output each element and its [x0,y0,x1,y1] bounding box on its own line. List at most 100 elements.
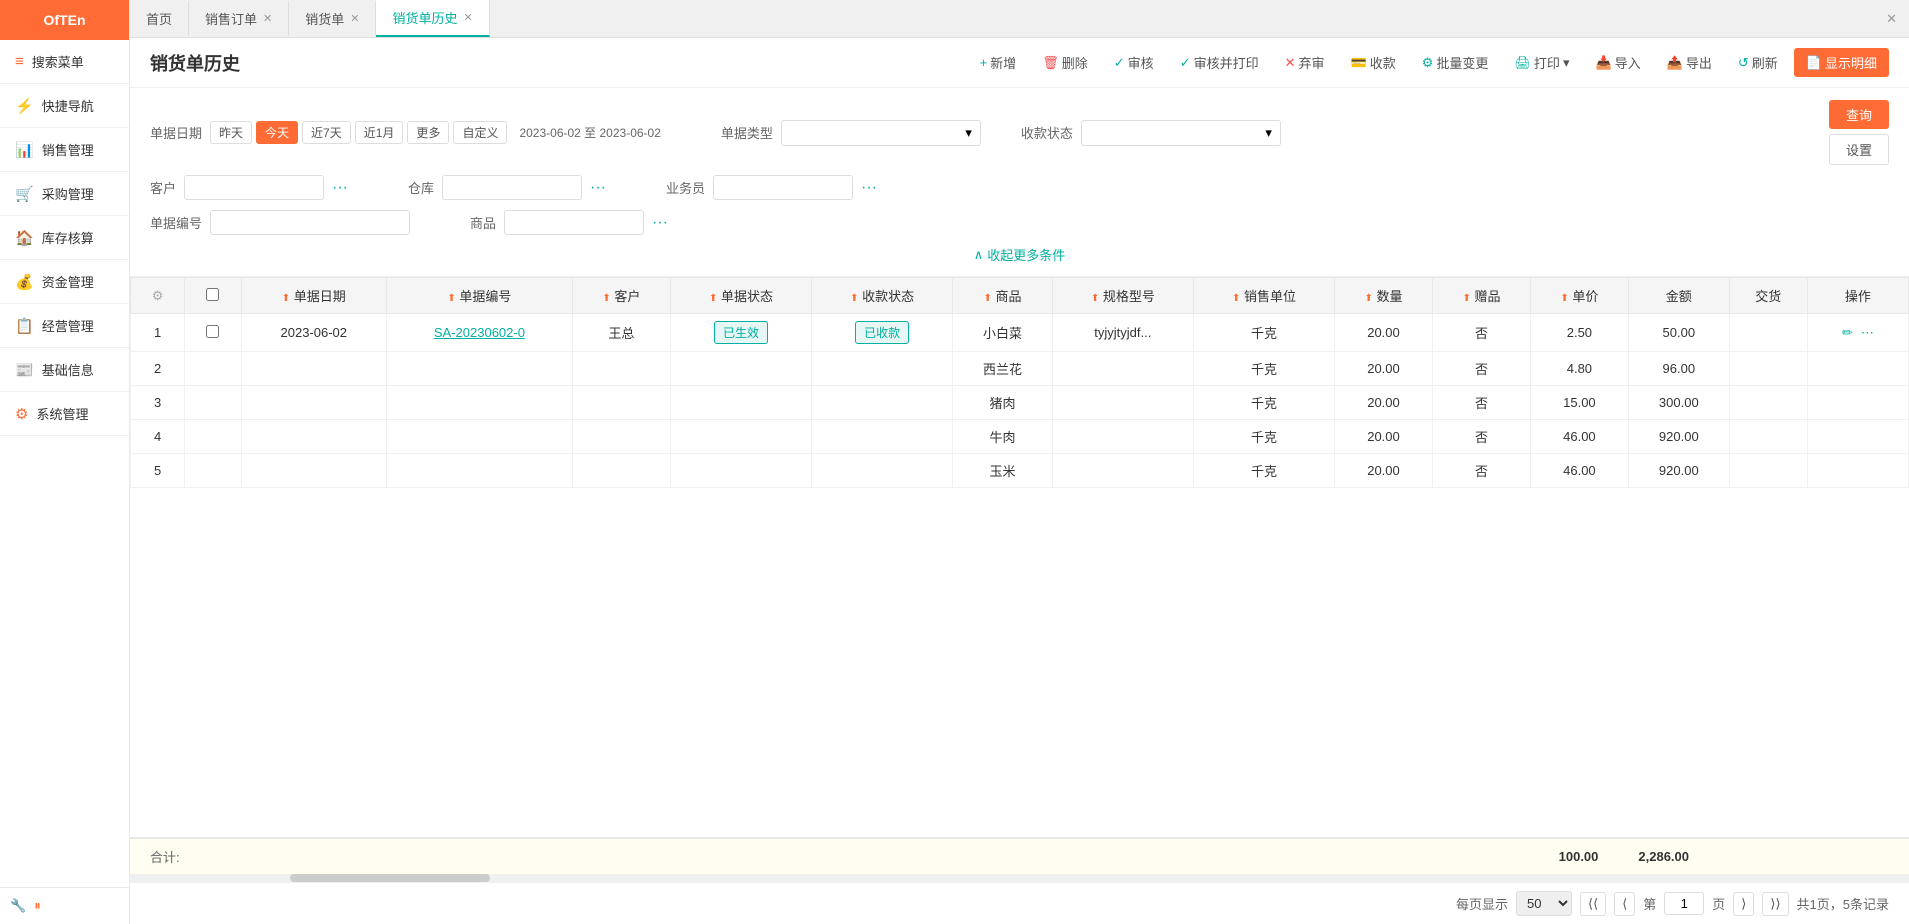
sidebar-bottom[interactable]: 🔧 ⏸ [0,887,129,924]
doc-no-input[interactable] [210,210,410,235]
tab-home[interactable]: 首页 [130,1,189,36]
export-button[interactable]: 📤 导出 [1657,48,1722,77]
sort-icon-goods: ⬆ [983,293,991,304]
abandon-icon: ✕ [1285,55,1296,71]
filter-salesman: 业务员 ··· [666,175,877,200]
col-checkbox [185,278,241,314]
filter-date: 单据日期 昨天 今天 近7天 近1月 更多 自定义 2023-06-02 至 2… [150,121,661,144]
cell-cb-2 [185,386,241,420]
abandon-button[interactable]: ✕ 弃审 [1275,48,1335,77]
date-btn-yesterday[interactable]: 昨天 [210,121,252,144]
sort-icon-unit: ⬆ [1232,293,1240,304]
sidebar-label-ops: 经营管理 [42,316,94,335]
query-button[interactable]: 查询 [1829,100,1889,129]
tab-sales-order[interactable]: 销售订单 ✕ [189,1,289,36]
warehouse-dots[interactable]: ··· [590,179,606,197]
page-size-select[interactable]: 50 10 20 100 [1516,891,1572,916]
customer-input[interactable] [184,175,324,200]
sidebar: OfTEn ≡ 搜索菜单 ⚡ 快捷导航 📊 销售管理 🛒 采购管理 🏠 库存核算… [0,0,130,924]
print-dropdown-icon: ▾ [1563,55,1570,71]
salesman-input[interactable] [713,175,853,200]
collapse-button[interactable]: ∧ 收起更多条件 [150,245,1889,264]
date-btn-more[interactable]: 更多 [407,121,449,144]
delete-icon: 🗑 [1042,55,1059,71]
salesman-dots[interactable]: ··· [861,179,877,197]
prev-page-button[interactable]: ⟨ [1614,892,1635,916]
col-settings[interactable]: ⚙ [131,278,185,314]
import-button[interactable]: 📥 导入 [1585,48,1650,77]
sidebar-item-inventory[interactable]: 🏠 库存核算 [0,216,129,260]
page-size-label: 每页显示 [1456,894,1508,913]
edit-action[interactable]: ✏ [1838,325,1857,340]
col-goods: ⬆ 商品 [953,278,1053,314]
quick-nav-icon: ⚡ [15,97,34,115]
sidebar-item-sys-mgmt[interactable]: ⚙ 系统管理 [0,392,129,436]
setting-button[interactable]: 设置 [1829,134,1889,165]
date-btn-1month[interactable]: 近1月 [355,121,404,144]
tab-sales-history[interactable]: 销货单历史 ✕ [376,0,489,37]
cell-no-0: SA-20230602-0 [386,314,572,352]
tab-sales-history-close[interactable]: ✕ [464,11,473,24]
sidebar-item-sales-mgmt[interactable]: 📊 销售管理 [0,128,129,172]
audit-print-button[interactable]: ✓ 审核并打印 [1170,48,1269,77]
doc-no-link[interactable]: SA-20230602-0 [434,325,525,340]
first-page-button[interactable]: ⟨⟨ [1580,892,1606,916]
sidebar-item-quick-nav[interactable]: ⚡ 快捷导航 [0,84,129,128]
date-btn-7days[interactable]: 近7天 [302,121,351,144]
scrollbar-thumb[interactable] [290,874,490,882]
customer-label: 客户 [150,178,176,197]
next-page-button[interactable]: ⟩ [1733,892,1754,916]
new-icon: + [980,55,988,70]
page-number-input[interactable] [1664,892,1704,915]
date-btn-custom[interactable]: 自定义 [453,121,507,144]
settings-gear-icon[interactable]: ⚙ [152,288,164,303]
cell-price-0: 2.50 [1530,314,1628,352]
collect-icon: 💳 [1351,55,1367,71]
batch-change-button[interactable]: ⚙ 批量变更 [1412,48,1499,77]
warehouse-input[interactable] [442,175,582,200]
new-button[interactable]: + 新增 [970,48,1027,77]
cell-customer-2 [572,386,670,420]
collect-status-select[interactable]: ▾ [1081,120,1281,146]
goods-input[interactable] [504,210,644,235]
customer-dots[interactable]: ··· [332,179,348,197]
print-button[interactable]: 🖨 打印 ▾ [1504,48,1579,77]
cell-customer-1 [572,352,670,386]
cell-amount-3: 920.00 [1628,420,1729,454]
tab-sales-goods[interactable]: 销货单 ✕ [289,1,376,36]
sidebar-item-search-menu[interactable]: ≡ 搜索菜单 [0,40,129,84]
export-icon: 📤 [1667,55,1683,71]
tab-sales-order-label: 销售订单 [205,9,257,28]
col-gift: ⬆ 赠品 [1432,278,1530,314]
sidebar-label-search: 搜索菜单 [32,52,84,71]
table-row: 5 玉米 千克 20.00 否 46.00 920.00 [131,454,1909,488]
row-checkbox[interactable] [206,325,219,338]
toolbar: + 新增 🗑 删除 ✓ 审核 ✓ 审核并打印 ✕ 弃审 [970,48,1889,77]
refresh-button[interactable]: ↺ 刷新 [1728,48,1788,77]
sidebar-item-purchase-mgmt[interactable]: 🛒 采购管理 [0,172,129,216]
tab-sales-history-label: 销货单历史 [392,8,457,27]
select-all-checkbox[interactable] [206,288,219,301]
cell-spec-4 [1052,454,1193,488]
horizontal-scrollbar[interactable] [130,874,1909,882]
cell-qty-4: 20.00 [1335,454,1433,488]
cell-amount-4: 920.00 [1628,454,1729,488]
sidebar-item-ops[interactable]: 📋 经营管理 [0,304,129,348]
close-all-button[interactable]: ✕ [1874,3,1909,35]
more-action[interactable]: ⋯ [1857,325,1878,340]
sys-icon: ⚙ [15,405,28,423]
tab-sales-goods-close[interactable]: ✕ [350,12,359,25]
sidebar-item-finance[interactable]: 💰 资金管理 [0,260,129,304]
doc-type-select[interactable]: ▾ [781,120,981,146]
cell-action-0: ✏⋯ [1807,314,1908,352]
cell-collectstatus-3 [812,420,953,454]
audit-button[interactable]: ✓ 审核 [1104,48,1164,77]
goods-dots[interactable]: ··· [652,214,668,232]
sidebar-item-basic-info[interactable]: 📰 基础信息 [0,348,129,392]
delete-button[interactable]: 🗑 删除 [1032,48,1098,77]
collect-button[interactable]: 💳 收款 [1341,48,1406,77]
last-page-button[interactable]: ⟩⟩ [1762,892,1788,916]
tab-sales-order-close[interactable]: ✕ [263,12,272,25]
date-btn-today[interactable]: 今天 [256,121,298,144]
show-detail-button[interactable]: 📄 显示明细 [1794,48,1889,77]
